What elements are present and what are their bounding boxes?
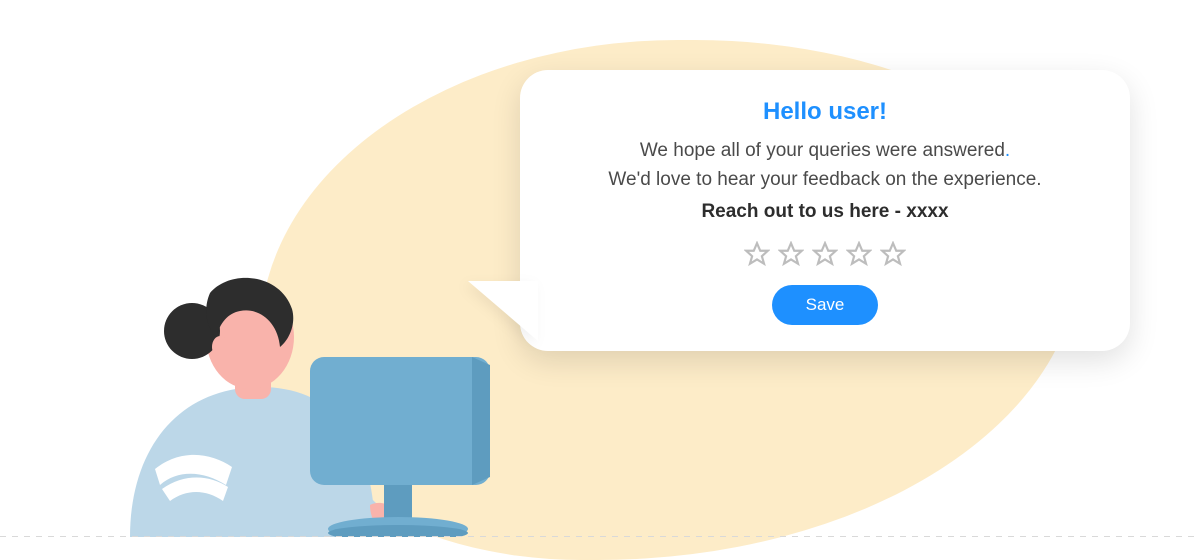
- dot-accent: .: [1005, 140, 1010, 161]
- star-rating: [550, 241, 1100, 267]
- star-icon[interactable]: [812, 241, 838, 267]
- bubble-line-2: We'd love to hear your feedback on the e…: [550, 165, 1100, 194]
- bubble-line-1: We hope all of your queries were answere…: [550, 136, 1100, 165]
- bubble-line-1-text: We hope all of your queries were answere…: [640, 140, 1005, 161]
- star-icon[interactable]: [846, 241, 872, 267]
- feedback-bubble: Hello user! We hope all of your queries …: [520, 70, 1130, 351]
- person-computer-illustration: [120, 237, 520, 537]
- star-icon[interactable]: [744, 241, 770, 267]
- save-button[interactable]: Save: [772, 285, 879, 325]
- bubble-cta: Reach out to us here - xxxx: [550, 201, 1100, 223]
- bubble-title: Hello user!: [550, 98, 1100, 126]
- star-icon[interactable]: [778, 241, 804, 267]
- star-icon[interactable]: [880, 241, 906, 267]
